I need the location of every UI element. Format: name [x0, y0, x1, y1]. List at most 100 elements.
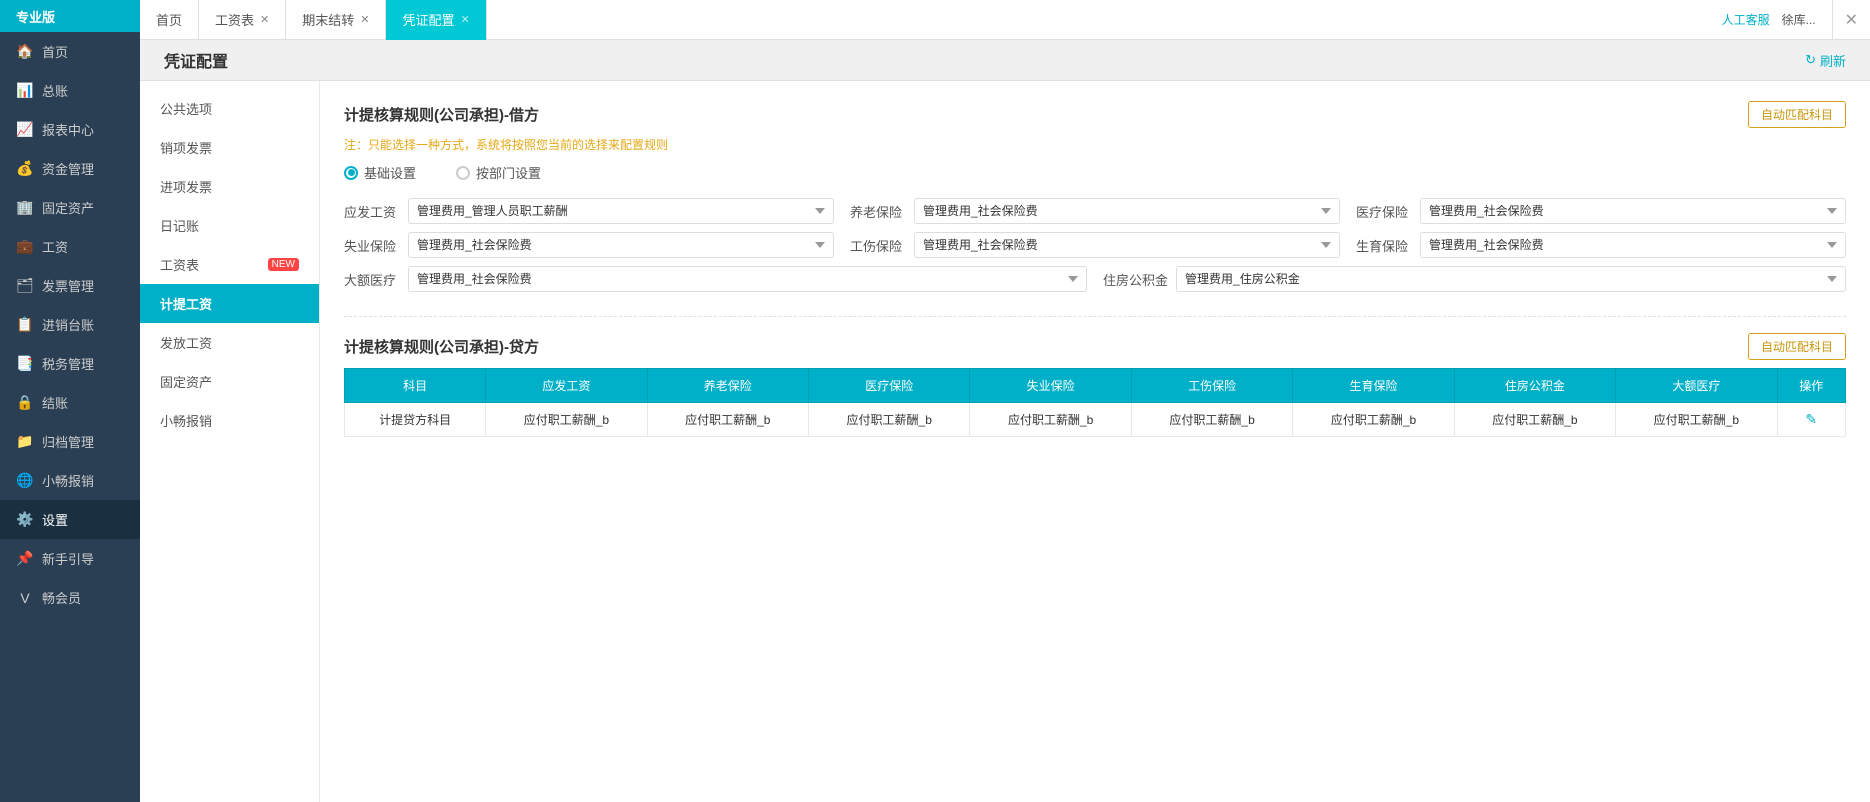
debit-auto-match-button[interactable]: 自动匹配科目	[1748, 101, 1846, 128]
debit-select-5[interactable]: 管理费用_社会保险费	[1420, 232, 1846, 258]
radio-basic-circle	[344, 166, 358, 180]
tab-close-salary[interactable]: ✕	[260, 13, 269, 26]
sidebar-label-invoice: 发票管理	[42, 276, 94, 295]
debit-form-item-6: 大额医疗 管理费用_社会保险费	[344, 266, 1087, 292]
debit-select-0[interactable]: 管理费用_管理人员职工薪酬	[408, 198, 834, 224]
refresh-button[interactable]: ↻ 刷新	[1805, 51, 1846, 70]
tab-salary[interactable]: 工资表✕	[199, 0, 286, 40]
debit-select-4[interactable]: 管理费用_社会保险费	[914, 232, 1340, 258]
tab-voucher[interactable]: 凭证配置 ✕	[386, 0, 486, 40]
sidebar-item-settings[interactable]: ⚙️ 设置	[0, 500, 140, 539]
radio-basic[interactable]: 基础设置	[344, 163, 416, 182]
tab-label-voucher: 凭证配置	[402, 10, 454, 29]
tab-period[interactable]: 期末结转✕	[286, 0, 386, 40]
debit-form-item-5: 生育保险 管理费用_社会保险费	[1356, 232, 1846, 258]
sidebar-label-closing: 结账	[42, 393, 68, 412]
credit-auto-match-button[interactable]: 自动匹配科目	[1748, 333, 1846, 360]
sidebar: 专业版 🏠 首页 📊 总账 📈 报表中心 💰 资金管理 🏢 固定资产 💼 工资 …	[0, 0, 140, 802]
debit-label-4: 工伤保险	[850, 236, 906, 255]
debit-label-3: 失业保险	[344, 236, 400, 255]
sidebar-item-payroll[interactable]: 💼 工资	[0, 227, 140, 266]
sidebar-label-guide: 新手引导	[42, 549, 94, 568]
left-nav-item-xcreport2[interactable]: 小畅报销	[140, 401, 319, 440]
sidebar-item-trade[interactable]: 📋 进销台账	[0, 305, 140, 344]
sidebar-label-archive: 归档管理	[42, 432, 94, 451]
debit-select-7[interactable]: 管理费用_住房公积金	[1176, 266, 1846, 292]
left-nav-item-input_invoice[interactable]: 进项发票	[140, 167, 319, 206]
sidebar-label-xcreport: 小畅报销	[42, 471, 94, 490]
sidebar-item-closing[interactable]: 🔒 结账	[0, 383, 140, 422]
app-title: 专业版	[0, 0, 140, 32]
sidebar-label-member: 畅会员	[42, 588, 81, 607]
left-nav-item-journal[interactable]: 日记账	[140, 206, 319, 245]
sidebar-icon-ledger: 📊	[16, 82, 34, 99]
close-window-button[interactable]: ✕	[1832, 0, 1870, 40]
credit-col-医疗保险: 医疗保险	[809, 369, 970, 403]
credit-col-操作: 操作	[1777, 369, 1845, 403]
debit-label-5: 生育保险	[1356, 236, 1412, 255]
credit-cell-0-3: 应付职工薪酬_b	[970, 403, 1131, 437]
credit-section-title: 计提核算规则(公司承担)-贷方	[344, 336, 539, 357]
left-nav-item-calc_salary[interactable]: 计提工资	[140, 284, 319, 323]
radio-basic-label: 基础设置	[364, 163, 416, 182]
left-nav-item-fixed_assets[interactable]: 固定资产	[140, 362, 319, 401]
debit-select-3[interactable]: 管理费用_社会保险费	[408, 232, 834, 258]
sidebar-item-invoice[interactable]: 🗂 发票管理	[0, 266, 140, 305]
credit-col-住房公积金: 住房公积金	[1454, 369, 1615, 403]
debit-form-item-0: 应发工资 管理费用_管理人员职工薪酬	[344, 198, 834, 224]
tab-home[interactable]: 首页	[140, 0, 199, 40]
sidebar-item-xcreport[interactable]: 🌐 小畅报销	[0, 461, 140, 500]
radio-basic-inner	[348, 169, 355, 176]
left-nav-label-input_invoice: 进项发票	[160, 177, 212, 196]
left-nav-item-cancel_invoice[interactable]: 销项发票	[140, 128, 319, 167]
sidebar-item-home[interactable]: 🏠 首页	[0, 32, 140, 71]
credit-table: 科目应发工资养老保险医疗保险失业保险工伤保险生育保险住房公积金大额医疗操作计提贷…	[344, 368, 1846, 437]
sidebar-label-ledger: 总账	[42, 81, 68, 100]
credit-cell-0-7: 应付职工薪酬_b	[1616, 403, 1777, 437]
left-nav-label-xcreport2: 小畅报销	[160, 411, 212, 430]
debit-select-6[interactable]: 管理费用_社会保险费	[408, 266, 1087, 292]
credit-cell-0-6: 应付职工薪酬_b	[1454, 403, 1615, 437]
debit-section: 计提核算规则(公司承担)-借方 自动匹配科目 注：只能选择一种方式，系统将按照您…	[344, 101, 1846, 292]
edit-icon[interactable]: ✎	[1805, 411, 1817, 427]
customer-service[interactable]: 人工客服	[1722, 11, 1770, 28]
sidebar-item-member[interactable]: V 畅会员	[0, 578, 140, 617]
radio-dept[interactable]: 按部门设置	[456, 163, 541, 182]
debit-form-item-7: 住房公积金 管理费用_住房公积金	[1103, 266, 1846, 292]
debit-select-2[interactable]: 管理费用_社会保险费	[1420, 198, 1846, 224]
sidebar-item-reports[interactable]: 📈 报表中心	[0, 110, 140, 149]
credit-col-科目: 科目	[345, 369, 486, 403]
sidebar-item-tax[interactable]: 📑 税务管理	[0, 344, 140, 383]
debit-form-row3: 大额医疗 管理费用_社会保险费 住房公积金 管理费用_住房公积金	[344, 266, 1846, 292]
sidebar-item-guide[interactable]: 📌 新手引导	[0, 539, 140, 578]
sidebar-item-archive[interactable]: 📁 归档管理	[0, 422, 140, 461]
credit-action-0[interactable]: ✎	[1777, 403, 1845, 437]
sidebar-item-assets[interactable]: 🏢 固定资产	[0, 188, 140, 227]
credit-col-生育保险: 生育保险	[1293, 369, 1454, 403]
left-nav-label-pay_salary: 发放工资	[160, 333, 212, 352]
main-content: 计提核算规则(公司承担)-借方 自动匹配科目 注：只能选择一种方式，系统将按照您…	[320, 81, 1870, 802]
tab-close-voucher[interactable]: ✕	[461, 13, 470, 26]
debit-form-item-1: 养老保险 管理费用_社会保险费	[850, 198, 1340, 224]
left-nav-item-pay_salary[interactable]: 发放工资	[140, 323, 319, 362]
topbar: 首页工资表✕期末结转✕凭证配置✕ 人工客服 徐库... ✕	[140, 0, 1870, 40]
debit-label-1: 养老保险	[850, 202, 906, 221]
sidebar-item-funds[interactable]: 💰 资金管理	[0, 149, 140, 188]
sidebar-icon-payroll: 💼	[16, 238, 34, 255]
left-nav-label-journal: 日记账	[160, 216, 199, 235]
sidebar-icon-funds: 💰	[16, 160, 34, 177]
credit-cell-0-0: 应付职工薪酬_b	[486, 403, 647, 437]
sidebar-item-ledger[interactable]: 📊 总账	[0, 71, 140, 110]
left-nav-label-fixed_assets: 固定资产	[160, 372, 212, 391]
left-nav-item-salary_table[interactable]: 工资表NEW	[140, 245, 319, 284]
tab-label-home: 首页	[156, 10, 182, 29]
sidebar-icon-closing: 🔒	[16, 394, 34, 411]
left-nav-item-public[interactable]: 公共选项	[140, 89, 319, 128]
debit-form-item-2: 医疗保险 管理费用_社会保险费	[1356, 198, 1846, 224]
left-nav-label-public: 公共选项	[160, 99, 212, 118]
tab-close-period[interactable]: ✕	[360, 13, 369, 26]
debit-select-1[interactable]: 管理费用_社会保险费	[914, 198, 1340, 224]
sidebar-label-funds: 资金管理	[42, 159, 94, 178]
debit-section-title: 计提核算规则(公司承担)-借方	[344, 104, 539, 125]
sidebar-icon-guide: 📌	[16, 550, 34, 567]
